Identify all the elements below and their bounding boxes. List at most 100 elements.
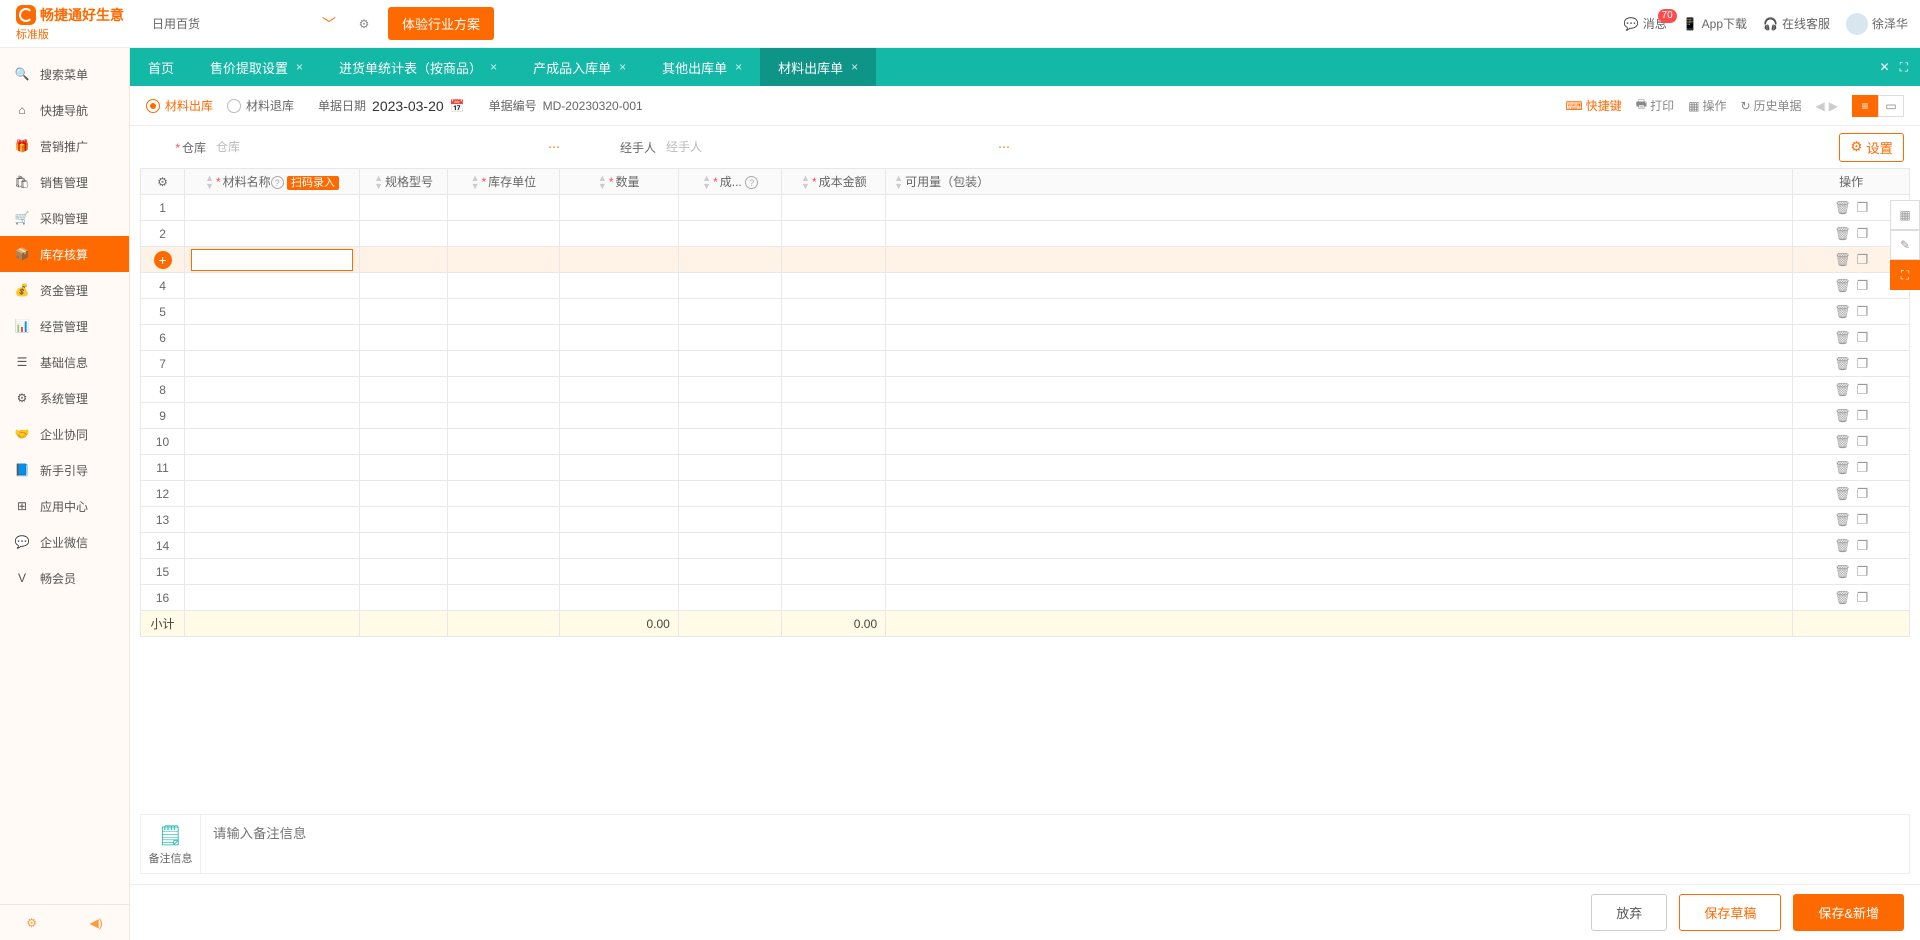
th-spec[interactable]: ▲▼规格型号 [360, 169, 448, 195]
copy-row-icon[interactable]: ❐ [1857, 356, 1869, 371]
delete-row-icon[interactable]: 🗑 [1834, 278, 1851, 293]
copy-row-icon[interactable]: ❐ [1857, 590, 1869, 605]
delete-row-icon[interactable]: 🗑 [1834, 304, 1851, 319]
table-row[interactable]: 4🗑❐ [141, 273, 1910, 299]
table-row[interactable]: 8🗑❐ [141, 377, 1910, 403]
copy-row-icon[interactable]: ❐ [1857, 382, 1869, 397]
settings-button[interactable]: ⚙设置 [1839, 133, 1904, 162]
table-row[interactable]: 13🗑❐ [141, 507, 1910, 533]
table-row[interactable]: 16🗑❐ [141, 585, 1910, 611]
delete-row-icon[interactable]: 🗑 [1834, 434, 1851, 449]
copy-row-icon[interactable]: ❐ [1857, 564, 1869, 579]
save-new-button[interactable]: 保存&新增 [1793, 894, 1904, 931]
copy-row-icon[interactable]: ❐ [1857, 278, 1869, 293]
handler-input[interactable]: 经手人 ⋯ [666, 133, 1016, 161]
messages-link[interactable]: 💬 消息 70 [1624, 15, 1667, 32]
copy-row-icon[interactable]: ❐ [1857, 512, 1869, 527]
tab-expand-icon[interactable]: ⛶ [1900, 60, 1908, 75]
radio-material-return[interactable]: 材料退库 [227, 97, 294, 114]
view-list-icon[interactable]: ≡ [1852, 95, 1878, 117]
copy-row-icon[interactable]: ❐ [1857, 252, 1869, 267]
view-card-icon[interactable]: ▭ [1878, 95, 1904, 117]
sidebar-item-4[interactable]: 🛒采购管理 [0, 200, 129, 236]
table-row[interactable]: 15🗑❐ [141, 559, 1910, 585]
delete-row-icon[interactable]: 🗑 [1834, 590, 1851, 605]
cta-button[interactable]: 体验行业方案 [388, 7, 494, 40]
sidebar-item-13[interactable]: 💬企业微信 [0, 524, 129, 560]
shortcut-button[interactable]: ⌨快捷键 [1565, 97, 1621, 114]
copy-row-icon[interactable]: ❐ [1857, 408, 1869, 423]
tab-3[interactable]: 产成品入库单× [515, 48, 644, 86]
table-row[interactable]: 14🗑❐ [141, 533, 1910, 559]
prev-doc-icon[interactable]: ◀ [1816, 99, 1825, 113]
settings-gear-icon[interactable]: ⚙ [350, 10, 378, 38]
app-download-link[interactable]: 📱 App下载 [1683, 15, 1747, 32]
sidebar-item-14[interactable]: V畅会员 [0, 560, 129, 596]
delete-row-icon[interactable]: 🗑 [1834, 252, 1851, 267]
warehouse-picker-icon[interactable]: ⋯ [548, 140, 562, 154]
sidebar-item-9[interactable]: ⚙系统管理 [0, 380, 129, 416]
tab-2[interactable]: 进货单统计表（按商品）× [321, 48, 515, 86]
save-draft-button[interactable]: 保存草稿 [1679, 894, 1781, 931]
discard-button[interactable]: 放弃 [1591, 894, 1667, 931]
delete-row-icon[interactable]: 🗑 [1834, 200, 1851, 215]
sidebar-item-7[interactable]: 📊经营管理 [0, 308, 129, 344]
th-gear[interactable]: ⚙ [141, 169, 185, 195]
copy-row-icon[interactable]: ❐ [1857, 460, 1869, 475]
sidebar-item-10[interactable]: 🤝企业协同 [0, 416, 129, 452]
tab-close-icon[interactable]: × [735, 60, 742, 74]
copy-row-icon[interactable]: ❐ [1857, 434, 1869, 449]
float-item-2[interactable]: ✎ [1890, 230, 1920, 260]
delete-row-icon[interactable]: 🗑 [1834, 512, 1851, 527]
float-item-3[interactable]: ⛶ [1890, 260, 1920, 290]
sidebar-item-0[interactable]: 🔍搜索菜单 [0, 56, 129, 92]
table-row[interactable]: 11🗑❐ [141, 455, 1910, 481]
tab-4[interactable]: 其他出库单× [644, 48, 760, 86]
operation-button[interactable]: ▦操作 [1688, 97, 1726, 114]
sidebar-item-3[interactable]: 🛍销售管理 [0, 164, 129, 200]
user-menu[interactable]: 徐泽华 [1846, 13, 1908, 35]
date-value[interactable]: 2023-03-20 [372, 98, 444, 114]
delete-row-icon[interactable]: 🗑 [1834, 356, 1851, 371]
table-row[interactable]: 12🗑❐ [141, 481, 1910, 507]
print-button[interactable]: 🖶打印 [1636, 95, 1674, 116]
th-qty[interactable]: ▲▼*数量 [559, 169, 678, 195]
delete-row-icon[interactable]: 🗑 [1834, 382, 1851, 397]
sidebar-item-2[interactable]: 🎁营销推广 [0, 128, 129, 164]
footer-collapse-icon[interactable]: ◀) [90, 916, 103, 930]
delete-row-icon[interactable]: 🗑 [1834, 226, 1851, 241]
tab-1[interactable]: 售价提取设置× [192, 48, 321, 86]
tab-close-icon[interactable]: × [490, 60, 497, 74]
table-row[interactable]: 9🗑❐ [141, 403, 1910, 429]
history-button[interactable]: ↻历史单据 [1740, 97, 1801, 114]
brand-logo[interactable]: 畅捷通好生意 标准版 [12, 5, 130, 42]
delete-row-icon[interactable]: 🗑 [1834, 486, 1851, 501]
table-row[interactable]: 7🗑❐ [141, 351, 1910, 377]
remark-input[interactable] [201, 815, 1909, 873]
sidebar-item-5[interactable]: 📦库存核算 [0, 236, 129, 272]
material-name-input[interactable] [191, 249, 353, 271]
table-row[interactable]: 6🗑❐ [141, 325, 1910, 351]
sidebar-item-11[interactable]: 📘新手引导 [0, 452, 129, 488]
next-doc-icon[interactable]: ▶ [1829, 99, 1838, 113]
delete-row-icon[interactable]: 🗑 [1834, 538, 1851, 553]
footer-gear-icon[interactable]: ⚙ [26, 916, 37, 930]
calendar-icon[interactable]: 📅 [450, 99, 465, 113]
th-available[interactable]: ▲▼可用量（包装） [886, 169, 1793, 195]
handler-picker-icon[interactable]: ⋯ [998, 140, 1012, 154]
remark-tab[interactable]: 🗒 备注信息 [141, 815, 201, 873]
tab-close-icon[interactable]: × [296, 60, 303, 74]
table-row[interactable]: 1🗑❐ [141, 195, 1910, 221]
sidebar-item-1[interactable]: ⌂快捷导航 [0, 92, 129, 128]
radio-material-out[interactable]: 材料出库 [146, 97, 213, 114]
th-unit[interactable]: ▲▼*库存单位 [448, 169, 559, 195]
table-row[interactable]: 5🗑❐ [141, 299, 1910, 325]
float-item-1[interactable]: ▦ [1890, 200, 1920, 230]
table-row[interactable]: 10🗑❐ [141, 429, 1910, 455]
delete-row-icon[interactable]: 🗑 [1834, 330, 1851, 345]
category-select[interactable]: 日用百货 ﹀ [144, 9, 344, 39]
delete-row-icon[interactable]: 🗑 [1834, 460, 1851, 475]
th-cost[interactable]: ▲▼*成... ? [678, 169, 782, 195]
warehouse-input[interactable]: 仓库 ⋯ [216, 133, 566, 161]
copy-row-icon[interactable]: ❐ [1857, 226, 1869, 241]
